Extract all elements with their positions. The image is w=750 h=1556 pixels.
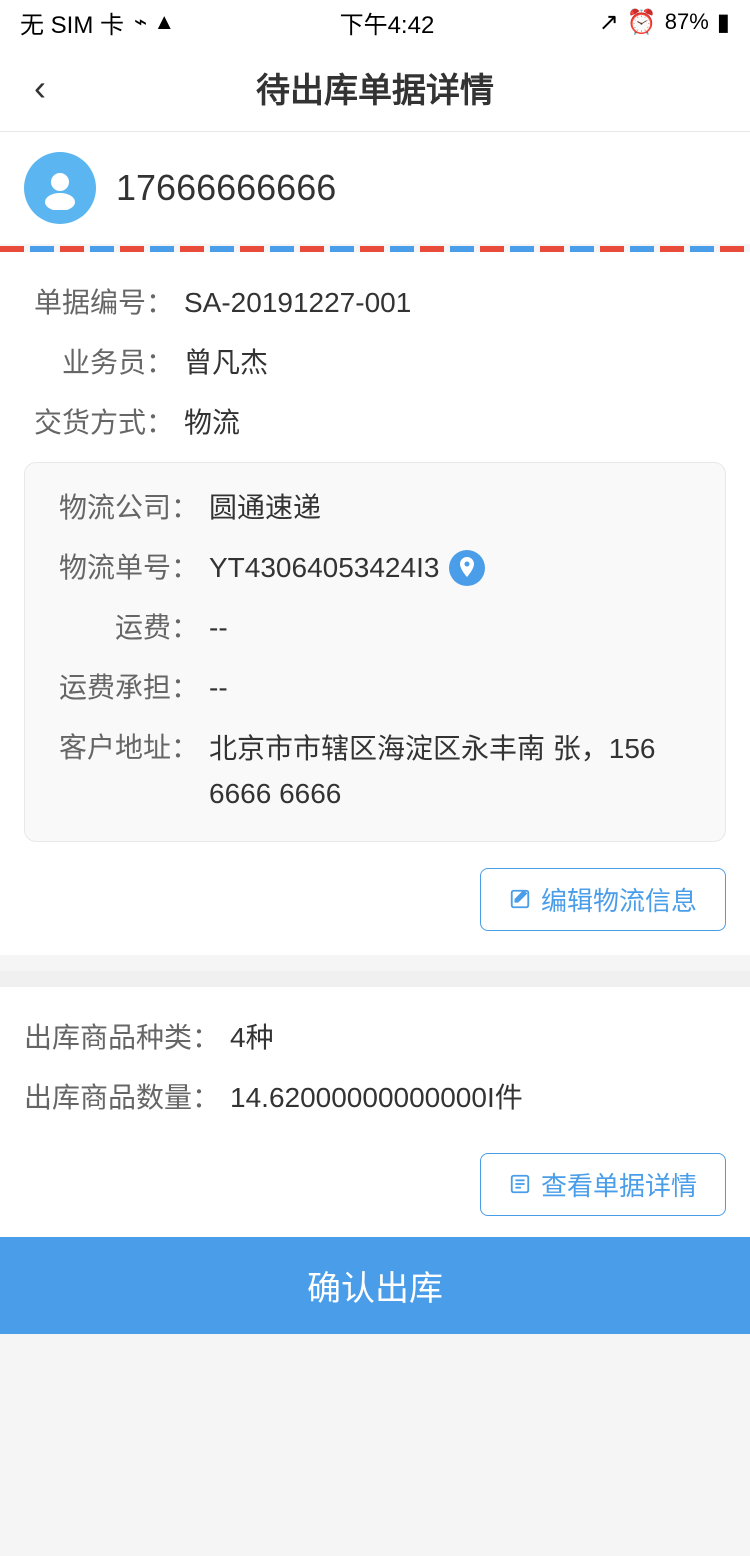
tracking-no-row: 物流单号： YT43064053424I3 [49, 547, 701, 589]
salesman-value: 曾凡杰 [184, 342, 726, 384]
tracking-no-label: 物流单号： [49, 547, 209, 589]
freight-bear-row: 运费承担： -- [49, 667, 701, 709]
contact-phone: 17666666666 [116, 167, 336, 209]
view-detail-button[interactable]: 查看单据详情 [480, 1153, 726, 1216]
goods-quantity-row: 出库商品数量： 14.62000000000000I件 [24, 1077, 726, 1119]
tracking-location-icon[interactable] [449, 550, 485, 586]
edit-logistics-button[interactable]: 编辑物流信息 [480, 868, 726, 931]
battery-icon: ▮ [717, 8, 730, 37]
wifi-icon: ⌁ ▲ [134, 9, 175, 35]
contact-header: 17666666666 [0, 132, 750, 244]
tracking-number-text: YT43064053424I3 [209, 547, 439, 589]
tracking-no-value: YT43064053424I3 [209, 547, 701, 589]
edit-btn-row: 编辑物流信息 [24, 858, 726, 931]
address-row: 客户地址： 北京市市辖区海淀区永丰南 张，156 6666 6666 [49, 727, 701, 817]
logistics-company-value: 圆通速递 [209, 487, 701, 529]
order-no-label: 单据编号： [24, 282, 184, 324]
status-left: 无 SIM 卡 ⌁ ▲ [20, 5, 175, 40]
order-no-value: SA-20191227-001 [184, 282, 726, 324]
logistics-card: 物流公司： 圆通速递 物流单号： YT43064053424I3 运费： -- [24, 462, 726, 842]
goods-types-label: 出库商品种类： [24, 1017, 230, 1059]
confirm-btn-container: 确认出库 [0, 1237, 750, 1334]
edit-logistics-label: 编辑物流信息 [541, 881, 697, 918]
order-info-section: 单据编号： SA-20191227-001 业务员： 曾凡杰 交货方式： 物流 … [0, 252, 750, 955]
logistics-company-label: 物流公司： [49, 487, 209, 529]
location-status-icon: ↗ [599, 8, 619, 37]
page-title: 待出库单据详情 [256, 63, 494, 112]
freight-bear-label: 运费承担： [49, 667, 209, 709]
freight-label: 运费： [49, 607, 209, 649]
avatar [24, 152, 96, 224]
status-right: ↗ ⏰ 87% ▮ [599, 8, 730, 37]
freight-value: -- [209, 607, 701, 649]
freight-bear-value: -- [209, 667, 701, 709]
battery-text: 87% [665, 9, 709, 35]
goods-quantity-value: 14.62000000000000I件 [230, 1077, 726, 1119]
delivery-row: 交货方式： 物流 [24, 402, 726, 444]
salesman-label: 业务员： [24, 342, 184, 384]
section-divider [0, 971, 750, 987]
address-label: 客户地址： [49, 727, 209, 769]
nav-bar: ‹ 待出库单据详情 [0, 44, 750, 132]
goods-types-value: 4种 [230, 1017, 726, 1059]
back-button[interactable]: ‹ [24, 57, 56, 119]
logistics-company-row: 物流公司： 圆通速递 [49, 487, 701, 529]
address-value: 北京市市辖区海淀区永丰南 张，156 6666 6666 [209, 727, 701, 817]
goods-section: 出库商品种类： 4种 出库商品数量： 14.62000000000000I件 查… [0, 987, 750, 1240]
delivery-value: 物流 [184, 402, 726, 444]
status-bar: 无 SIM 卡 ⌁ ▲ 下午4:42 ↗ ⏰ 87% ▮ [0, 0, 750, 44]
freight-row: 运费： -- [49, 607, 701, 649]
status-time: 下午4:42 [340, 5, 435, 40]
detail-btn-row: 查看单据详情 [24, 1137, 726, 1216]
view-detail-label: 查看单据详情 [541, 1166, 697, 1203]
goods-quantity-label: 出库商品数量： [24, 1077, 230, 1119]
delivery-label: 交货方式： [24, 402, 184, 444]
carrier-text: 无 SIM 卡 [20, 5, 124, 40]
salesman-row: 业务员： 曾凡杰 [24, 342, 726, 384]
goods-types-row: 出库商品种类： 4种 [24, 1017, 726, 1059]
order-no-row: 单据编号： SA-20191227-001 [24, 282, 726, 324]
alarm-icon: ⏰ [627, 8, 657, 37]
confirm-outbound-button[interactable]: 确认出库 [0, 1261, 750, 1310]
